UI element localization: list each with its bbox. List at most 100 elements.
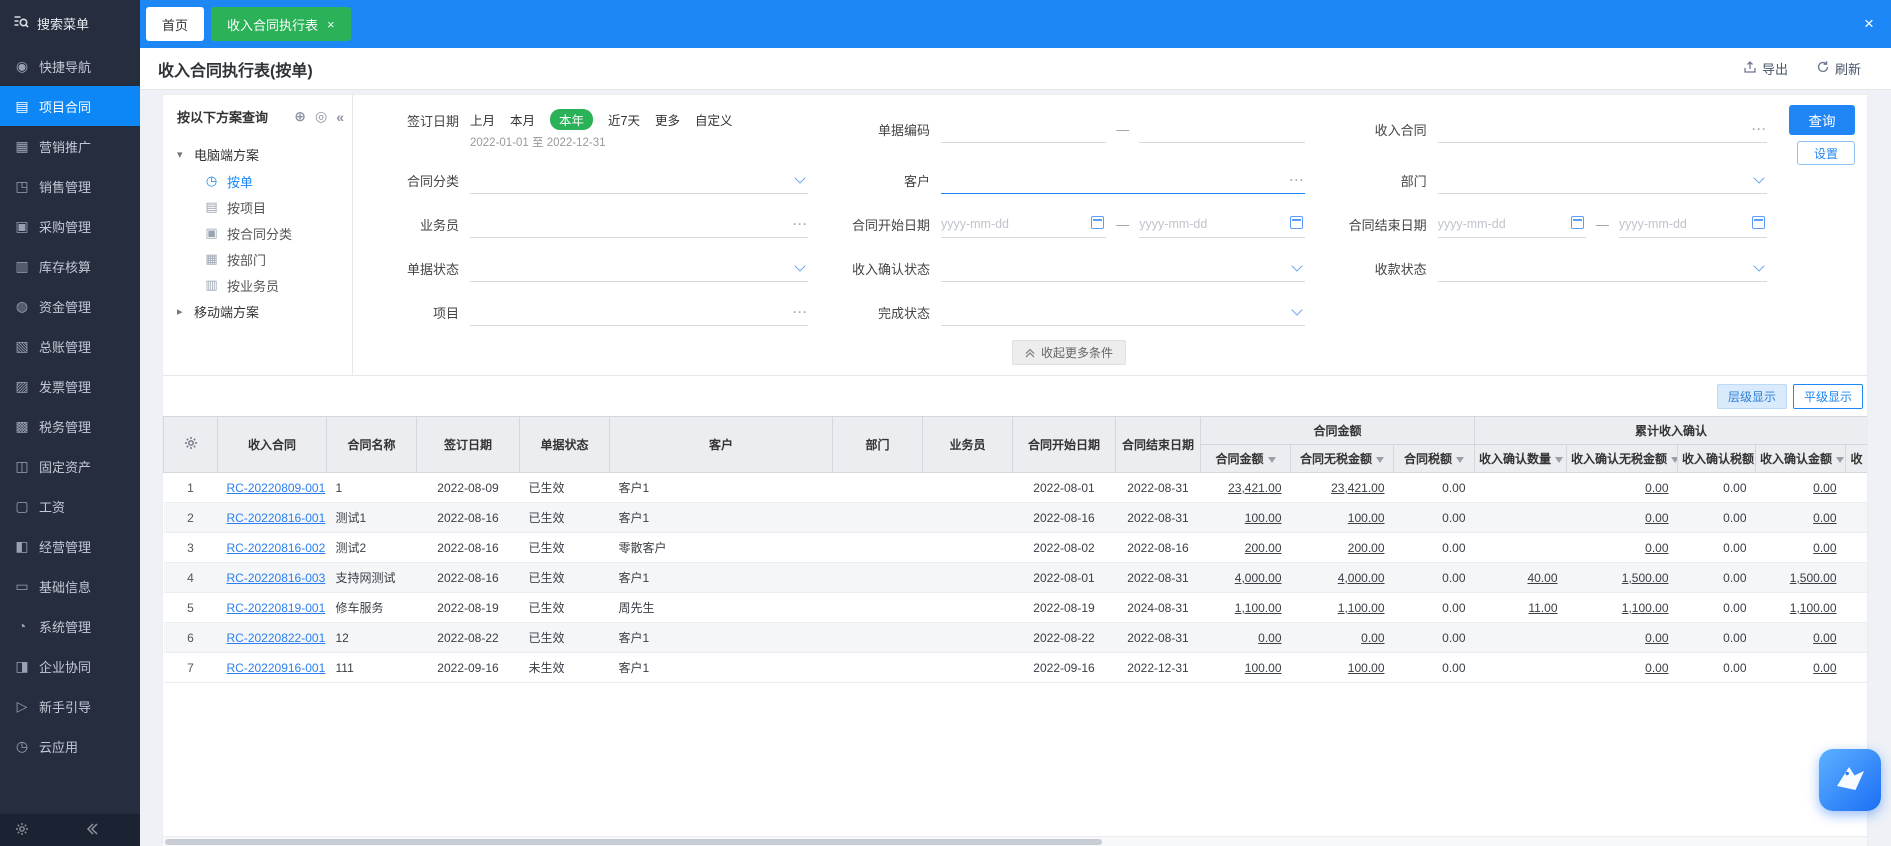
cell-no[interactable]: RC-20220809-001 (217, 472, 327, 503)
cell-amt_notax[interactable]: 4,000.00 (1290, 562, 1394, 593)
drill-amount-link[interactable]: 4,000.00 (1235, 571, 1282, 585)
drill-amount-link[interactable]: 0.00 (1361, 631, 1384, 645)
sign-date-quick-option[interactable]: 更多 (655, 110, 680, 129)
cell-conf_qty[interactable]: 11.00 (1474, 592, 1567, 623)
filter-funnel-icon[interactable] (1836, 456, 1845, 463)
sidebar-item[interactable]: ◍ 资金管理 (0, 286, 140, 326)
contract-number-link[interactable]: RC-20220816-001 (227, 511, 326, 525)
sign-date-quick-option[interactable]: 本年 (550, 109, 594, 130)
drill-amount-link[interactable]: 1,100.00 (1235, 601, 1282, 615)
scheme-group-mobile[interactable]: ▸ 移动端方案 (177, 298, 344, 325)
column-header-dept[interactable]: 部门 (832, 416, 923, 473)
column-header-conf_notax[interactable]: 收入确认无税金额 (1566, 444, 1679, 473)
contract-number-link[interactable]: RC-20220819-001 (227, 601, 326, 615)
settings-button[interactable]: 设置 (1797, 141, 1855, 165)
table-row[interactable]: 4 RC-20220816-003 支持网测试 2022-08-16 已生效 客户1 202… (163, 562, 1867, 593)
drill-amount-link[interactable]: 1,100.00 (1338, 601, 1385, 615)
table-row[interactable]: 2 RC-20220816-001 测试1 2022-08-16 已生效 客户1 2022-… (163, 502, 1867, 533)
cell-amt_notax[interactable]: 200.00 (1290, 532, 1394, 563)
department-select[interactable] (1437, 167, 1767, 194)
drill-amount-link[interactable]: 0.00 (1645, 511, 1668, 525)
contract-end-to-input[interactable] (1618, 216, 1749, 231)
scheme-item[interactable]: ▣ 按合同分类 (177, 220, 344, 246)
sidebar-item[interactable]: ▢ 工资 (0, 486, 140, 526)
drill-amount-link[interactable]: 4,000.00 (1338, 571, 1385, 585)
sidebar-item[interactable]: ▣ 采购管理 (0, 206, 140, 246)
cell-conf_notax[interactable]: 0.00 (1566, 622, 1678, 653)
sign-date-quick-option[interactable]: 自定义 (695, 110, 733, 129)
sidebar-item[interactable]: ◫ 固定资产 (0, 446, 140, 486)
locate-scheme-icon[interactable]: ◎ (315, 108, 327, 125)
column-header-amt[interactable]: 合同金额 (1200, 444, 1291, 473)
cell-amt[interactable]: 100.00 (1200, 502, 1291, 533)
sign-date-quick-option[interactable]: 本月 (510, 110, 535, 129)
cell-conf_amt[interactable]: 0.00 (1755, 502, 1846, 533)
table-row[interactable]: 5 RC-20220819-001 修车服务 2022-08-19 已生效 周先生 2022… (163, 592, 1867, 623)
scrollbar-thumb[interactable] (165, 839, 1103, 845)
column-header-cut[interactable]: 收 (1845, 444, 1867, 473)
scheme-item[interactable]: ◷ 按单 (177, 168, 344, 194)
sidebar-item[interactable]: ▩ 税务管理 (0, 406, 140, 446)
cell-amt_notax[interactable]: 100.00 (1290, 502, 1394, 533)
collapse-conditions-button[interactable]: 收起更多条件 (1011, 340, 1126, 365)
hierarchy-view-button[interactable]: 层级显示 (1716, 384, 1787, 409)
column-header-conf_amt[interactable]: 收入确认金额 (1755, 444, 1847, 473)
salesman-input[interactable] (470, 216, 789, 231)
drill-amount-link[interactable]: 40.00 (1527, 571, 1557, 585)
cell-conf_notax[interactable]: 0.00 (1566, 472, 1678, 503)
tab-income-contract-report[interactable]: 收入合同执行表 × (211, 7, 351, 41)
sidebar-item[interactable]: ▭ 基础信息 (0, 566, 140, 606)
horizontal-scrollbar[interactable] (163, 836, 1867, 846)
add-scheme-icon[interactable]: ⊕ (294, 108, 306, 125)
picker-ellipsis-icon[interactable]: ··· (1286, 173, 1305, 187)
drill-amount-link[interactable]: 0.00 (1645, 661, 1668, 675)
cell-amt_notax[interactable]: 100.00 (1290, 652, 1394, 683)
cell-no[interactable]: RC-20220822-001 (217, 622, 327, 653)
sidebar-item[interactable]: ◷ 云应用 (0, 726, 140, 766)
assistant-fab-button[interactable] (1819, 749, 1881, 811)
drill-amount-link[interactable]: 23,421.00 (1331, 481, 1384, 495)
sidebar-item[interactable]: ▧ 总账管理 (0, 326, 140, 366)
sidebar-search-menu[interactable]: 搜索菜单 (0, 0, 140, 46)
drill-amount-link[interactable]: 100.00 (1245, 661, 1282, 675)
sidebar-item[interactable]: ◉ 快捷导航 (0, 46, 140, 86)
cell-conf_amt[interactable]: 0.00 (1755, 652, 1846, 683)
search-button[interactable]: 查询 (1789, 105, 1855, 135)
picker-ellipsis-icon[interactable]: ··· (789, 217, 808, 231)
contract-start-to-input[interactable] (1139, 216, 1286, 231)
calendar-icon[interactable] (1091, 216, 1105, 229)
column-header-customer[interactable]: 客户 (609, 416, 833, 473)
refresh-button[interactable]: 刷新 (1816, 59, 1861, 78)
cell-conf_amt[interactable]: 1,100.00 (1755, 592, 1846, 623)
filter-funnel-icon[interactable] (1555, 456, 1564, 463)
sidebar-item[interactable]: ◨ 企业协同 (0, 646, 140, 686)
sign-date-quick-option[interactable]: 近7天 (608, 110, 640, 129)
contract-start-from-input[interactable] (940, 216, 1088, 231)
sidebar-item[interactable]: ▥ 库存核算 (0, 246, 140, 286)
drill-amount-link[interactable]: 100.00 (1348, 661, 1385, 675)
drill-amount-link[interactable]: 0.00 (1645, 541, 1668, 555)
sidebar-item[interactable]: ◳ 销售管理 (0, 166, 140, 206)
cell-amt[interactable]: 100.00 (1200, 652, 1291, 683)
column-header-conf_qty[interactable]: 收入确认数量 (1474, 444, 1568, 473)
cell-conf_amt[interactable]: 1,500.00 (1755, 562, 1846, 593)
drill-amount-link[interactable]: 1,500.00 (1622, 571, 1669, 585)
column-header-amt_tax[interactable]: 合同税额 (1392, 444, 1476, 473)
cell-conf_notax[interactable]: 0.00 (1566, 652, 1678, 683)
drill-amount-link[interactable]: 0.00 (1813, 481, 1836, 495)
cell-amt[interactable]: 4,000.00 (1200, 562, 1291, 593)
export-button[interactable]: 导出 (1743, 59, 1788, 78)
income-confirm-status-select[interactable] (940, 255, 1305, 282)
drill-amount-link[interactable]: 11.00 (1528, 601, 1557, 615)
tab-close-icon[interactable]: × (327, 17, 335, 32)
cell-amt[interactable]: 0.00 (1200, 622, 1291, 653)
scheme-group-pc[interactable]: ▾ 电脑端方案 (177, 141, 344, 168)
drill-amount-link[interactable]: 0.00 (1813, 541, 1836, 555)
drill-amount-link[interactable]: 1,100.00 (1790, 601, 1837, 615)
filter-funnel-icon[interactable] (1376, 456, 1384, 463)
calendar-icon[interactable] (1570, 216, 1584, 229)
calendar-icon[interactable] (1752, 216, 1766, 229)
filter-funnel-icon[interactable] (1671, 456, 1677, 463)
cell-conf_notax[interactable]: 1,100.00 (1566, 592, 1678, 623)
contract-number-link[interactable]: RC-20220809-001 (227, 481, 326, 495)
